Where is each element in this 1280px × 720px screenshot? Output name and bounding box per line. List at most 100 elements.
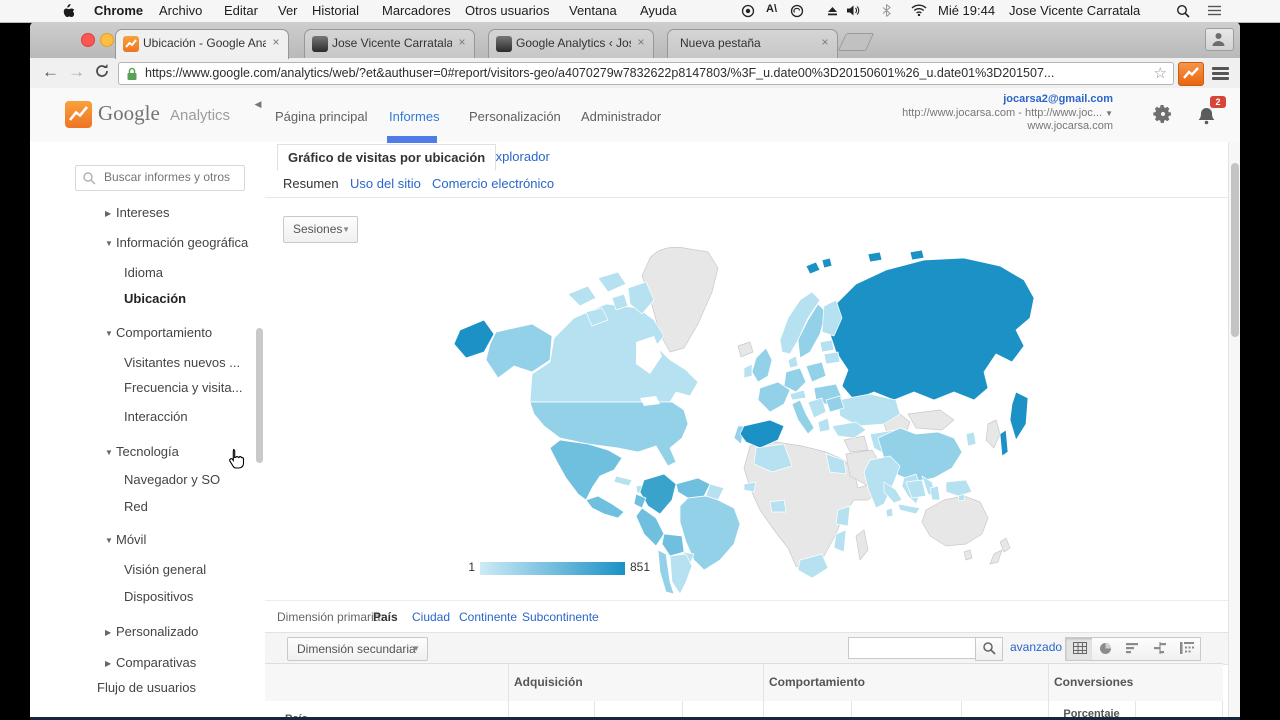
table-search-input[interactable] — [853, 639, 975, 657]
sidebar-item-visitantes-nuevos[interactable]: Visitantes nuevos ... — [124, 354, 240, 372]
ga-nav-administrador[interactable]: Administrador — [581, 109, 661, 124]
dimension-ciudad[interactable]: Ciudad — [412, 610, 450, 624]
sidebar-item-navegador-so[interactable]: Navegador y SO — [124, 471, 220, 489]
sidebar-item-frecuencia[interactable]: Frecuencia y visita... — [124, 379, 243, 397]
sidebar-item-comportamiento[interactable]: ▼ Comportamiento — [105, 324, 212, 342]
input-source-icon[interactable]: A\ — [766, 3, 777, 15]
subnav-comercio-electronico[interactable]: Comercio electrónico — [432, 176, 554, 191]
sidebar-item-idioma[interactable]: Idioma — [124, 264, 163, 282]
creative-cloud-icon[interactable] — [790, 4, 804, 21]
page-scrollbar[interactable] — [1228, 142, 1240, 720]
browser-profile-button[interactable] — [1205, 28, 1234, 51]
advanced-link[interactable]: avanzado — [1010, 640, 1062, 654]
tab-nueva-pestana[interactable]: Nueva pestaña × — [667, 29, 838, 59]
close-window-button[interactable] — [81, 33, 95, 47]
secondary-dimension-button[interactable]: Dimensión secundaria ▼ — [287, 637, 428, 661]
menubar-user[interactable]: Jose Vicente Carratala — [1009, 3, 1140, 19]
tab-google-analytics[interactable]: Google Analytics ‹ Jose Vic × — [488, 29, 654, 59]
tab-close-icon[interactable]: × — [818, 35, 832, 49]
ga-nav-pagina-principal[interactable]: Página principal — [275, 109, 368, 124]
menu-chrome[interactable]: Chrome — [94, 3, 143, 19]
ga-logo-icon[interactable] — [65, 101, 92, 133]
bluetooth-icon[interactable] — [882, 4, 891, 20]
sidebar-item-vision-general[interactable]: Visión general — [124, 561, 206, 579]
primary-dimension-label: Dimensión primaria: — [277, 610, 384, 624]
sidebar-item-personalizado[interactable]: ▶ Personalizado — [105, 623, 198, 641]
menu-otros-usuarios[interactable]: Otros usuarios — [465, 3, 550, 19]
view-table-icon[interactable] — [1065, 637, 1094, 661]
menu-historial[interactable]: Historial — [312, 3, 359, 19]
spotlight-search-icon[interactable] — [1176, 4, 1190, 21]
tab-jose-vicente[interactable]: Jose Vicente Carratala | Pr × — [304, 29, 475, 59]
view-pivot-icon[interactable] — [1173, 637, 1201, 661]
back-icon[interactable]: ← — [42, 61, 59, 83]
account-property: http://www.jocarsa.com - http://www.joc.… — [902, 106, 1103, 119]
menu-archivo[interactable]: Archivo — [159, 3, 202, 19]
screen-record-icon[interactable] — [741, 4, 755, 21]
dimension-pais[interactable]: País — [373, 610, 398, 624]
view-comparison-icon[interactable] — [1146, 637, 1174, 661]
url-text[interactable]: https://www.google.com/analytics/web/?et… — [145, 66, 1145, 80]
sidebar-item-intereses[interactable]: ▶ Intereses — [105, 204, 169, 222]
menu-editar[interactable]: Editar — [224, 3, 258, 19]
wifi-icon[interactable] — [911, 4, 927, 19]
sidebar-item-flujo-usuarios[interactable]: Flujo de usuarios — [97, 679, 196, 697]
notification-center-icon[interactable] — [1207, 4, 1222, 20]
table-search[interactable] — [848, 637, 976, 659]
account-selector[interactable]: jocarsa2@gmail.com http://www.jocarsa.co… — [863, 93, 1113, 134]
notification-badge: 2 — [1210, 96, 1226, 108]
tab-explorador[interactable]: Explorador — [487, 144, 550, 169]
sidebar-scrollbar[interactable] — [256, 328, 263, 463]
view-performance-icon[interactable] — [1119, 637, 1147, 661]
metric-selector-button[interactable]: Sesiones ▼ — [283, 216, 358, 243]
new-tab-button[interactable] — [837, 33, 875, 51]
scrollbar-thumb[interactable] — [1231, 163, 1239, 337]
tab-close-icon[interactable]: × — [455, 35, 469, 49]
avatar-favicon — [496, 36, 512, 52]
sidebar-item-interaccion[interactable]: Interacción — [124, 408, 188, 426]
search-icon — [82, 171, 96, 190]
analytics-extension-icon[interactable] — [1178, 62, 1204, 86]
ga-nav-personalizacion[interactable]: Personalización — [469, 109, 561, 124]
browser-menu-icon[interactable] — [1212, 67, 1229, 80]
sidebar-collapse-icon[interactable]: ◀ — [252, 96, 264, 112]
table-search-button[interactable] — [975, 637, 1003, 661]
sidebar-item-tecnologia[interactable]: ▼ Tecnología — [105, 443, 179, 461]
view-percentage-icon[interactable] — [1092, 637, 1120, 661]
tab-close-icon[interactable]: × — [269, 35, 283, 49]
menu-ver[interactable]: Ver — [278, 3, 298, 19]
menubar-clock[interactable]: Mié 19:44 — [938, 3, 995, 19]
padlock-icon[interactable] — [126, 67, 138, 86]
address-bar[interactable]: https://www.google.com/analytics/web/?et… — [118, 62, 1174, 85]
tab-ubicacion-analytics[interactable]: Ubicación - Google Analyti × — [115, 29, 289, 59]
sidebar-item-ubicacion[interactable]: Ubicación — [124, 290, 186, 308]
menu-marcadores[interactable]: Marcadores — [382, 3, 451, 19]
sidebar-search[interactable] — [75, 165, 245, 191]
volume-icon[interactable] — [846, 4, 861, 20]
tab-close-icon[interactable]: × — [634, 35, 648, 49]
eject-icon[interactable] — [826, 4, 839, 20]
ga-header: Google Analytics Página principal Inform… — [30, 88, 1240, 143]
bell-icon[interactable] — [1197, 106, 1216, 131]
menu-ayuda[interactable]: Ayuda — [640, 3, 677, 19]
tree-arrow-icon: ▶ — [105, 659, 112, 668]
ga-nav-informes[interactable]: Informes — [389, 109, 440, 124]
reload-icon[interactable] — [94, 63, 110, 85]
dimension-continente[interactable]: Continente — [459, 610, 517, 624]
sidebar-item-movil[interactable]: ▼ Móvil — [105, 531, 146, 549]
menu-ventana[interactable]: Ventana — [569, 3, 617, 19]
forward-icon[interactable]: → — [68, 61, 85, 83]
dimension-subcontinente[interactable]: Subcontinente — [522, 610, 599, 624]
sidebar-item-comparativas[interactable]: ▶ Comparativas — [105, 654, 196, 672]
sidebar-search-input[interactable] — [102, 169, 241, 185]
subnav-uso-del-sitio[interactable]: Uso del sitio — [350, 176, 421, 191]
sidebar-item-red[interactable]: Red — [124, 498, 148, 516]
sidebar-item-informacion-geografica[interactable]: ▼ Información geográfica — [105, 234, 248, 252]
tab-grafico-visitas[interactable]: Gráfico de visitas por ubicación — [277, 144, 497, 171]
gear-icon[interactable] — [1153, 104, 1173, 129]
subnav-resumen[interactable]: Resumen — [283, 176, 339, 191]
bookmark-star-icon[interactable]: ☆ — [1154, 64, 1167, 82]
apple-icon[interactable] — [61, 4, 75, 21]
sidebar-item-dispositivos[interactable]: Dispositivos — [124, 588, 193, 606]
minimize-window-button[interactable] — [100, 33, 114, 47]
